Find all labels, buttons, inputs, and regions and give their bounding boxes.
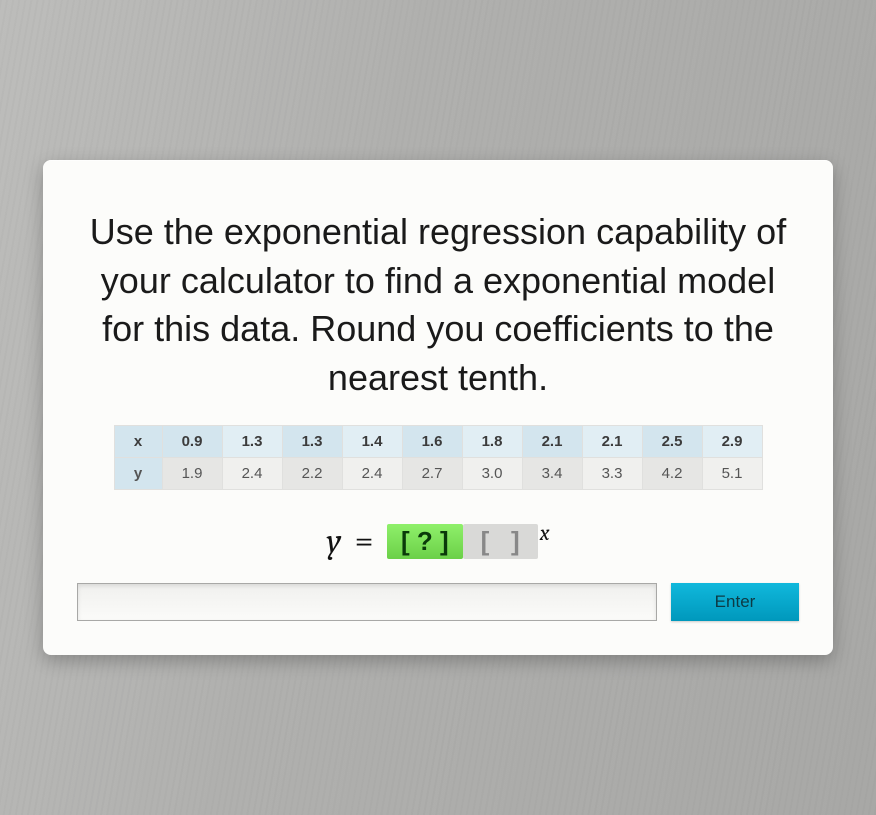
row-header-y: y <box>114 457 162 489</box>
answer-input[interactable] <box>77 583 657 621</box>
table-cell: 1.3 <box>282 425 342 457</box>
table-cell: 1.4 <box>342 425 402 457</box>
table-cell: 0.9 <box>162 425 222 457</box>
table-cell: 2.2 <box>282 457 342 489</box>
table-cell: 2.1 <box>582 425 642 457</box>
table-cell: 3.0 <box>462 457 522 489</box>
table-row: y 1.9 2.4 2.2 2.4 2.7 3.0 3.4 3.3 4.2 5.… <box>114 457 762 489</box>
question-card: Use the exponential regression capabilit… <box>43 160 833 655</box>
table-row: x 0.9 1.3 1.3 1.4 1.6 1.8 2.1 2.1 2.5 2.… <box>114 425 762 457</box>
table-cell: 4.2 <box>642 457 702 489</box>
table-cell: 2.4 <box>342 457 402 489</box>
table-cell: 3.4 <box>522 457 582 489</box>
answer-row: Enter <box>77 583 799 621</box>
question-prompt: Use the exponential regression capabilit… <box>77 208 799 402</box>
formula-equals: = <box>355 521 374 561</box>
row-header-x: x <box>114 425 162 457</box>
table-cell: 1.6 <box>402 425 462 457</box>
table-cell: 3.3 <box>582 457 642 489</box>
table-cell: 1.9 <box>162 457 222 489</box>
table-cell: 5.1 <box>702 457 762 489</box>
formula-exponent: x <box>540 520 550 546</box>
table-cell: 2.4 <box>222 457 282 489</box>
enter-button[interactable]: Enter <box>671 583 799 621</box>
table-cell: 1.3 <box>222 425 282 457</box>
formula-lhs: y <box>327 521 342 561</box>
table-cell: 1.8 <box>462 425 522 457</box>
answer-formula: y = [ ? ][ ]x <box>77 520 799 561</box>
table-cell: 2.1 <box>522 425 582 457</box>
table-cell: 2.7 <box>402 457 462 489</box>
answer-slot-a[interactable]: [ ? ] <box>387 524 463 559</box>
table-cell: 2.9 <box>702 425 762 457</box>
data-table: x 0.9 1.3 1.3 1.4 1.6 1.8 2.1 2.1 2.5 2.… <box>114 425 763 490</box>
answer-slot-b[interactable]: [ ] <box>463 524 538 559</box>
table-cell: 2.5 <box>642 425 702 457</box>
